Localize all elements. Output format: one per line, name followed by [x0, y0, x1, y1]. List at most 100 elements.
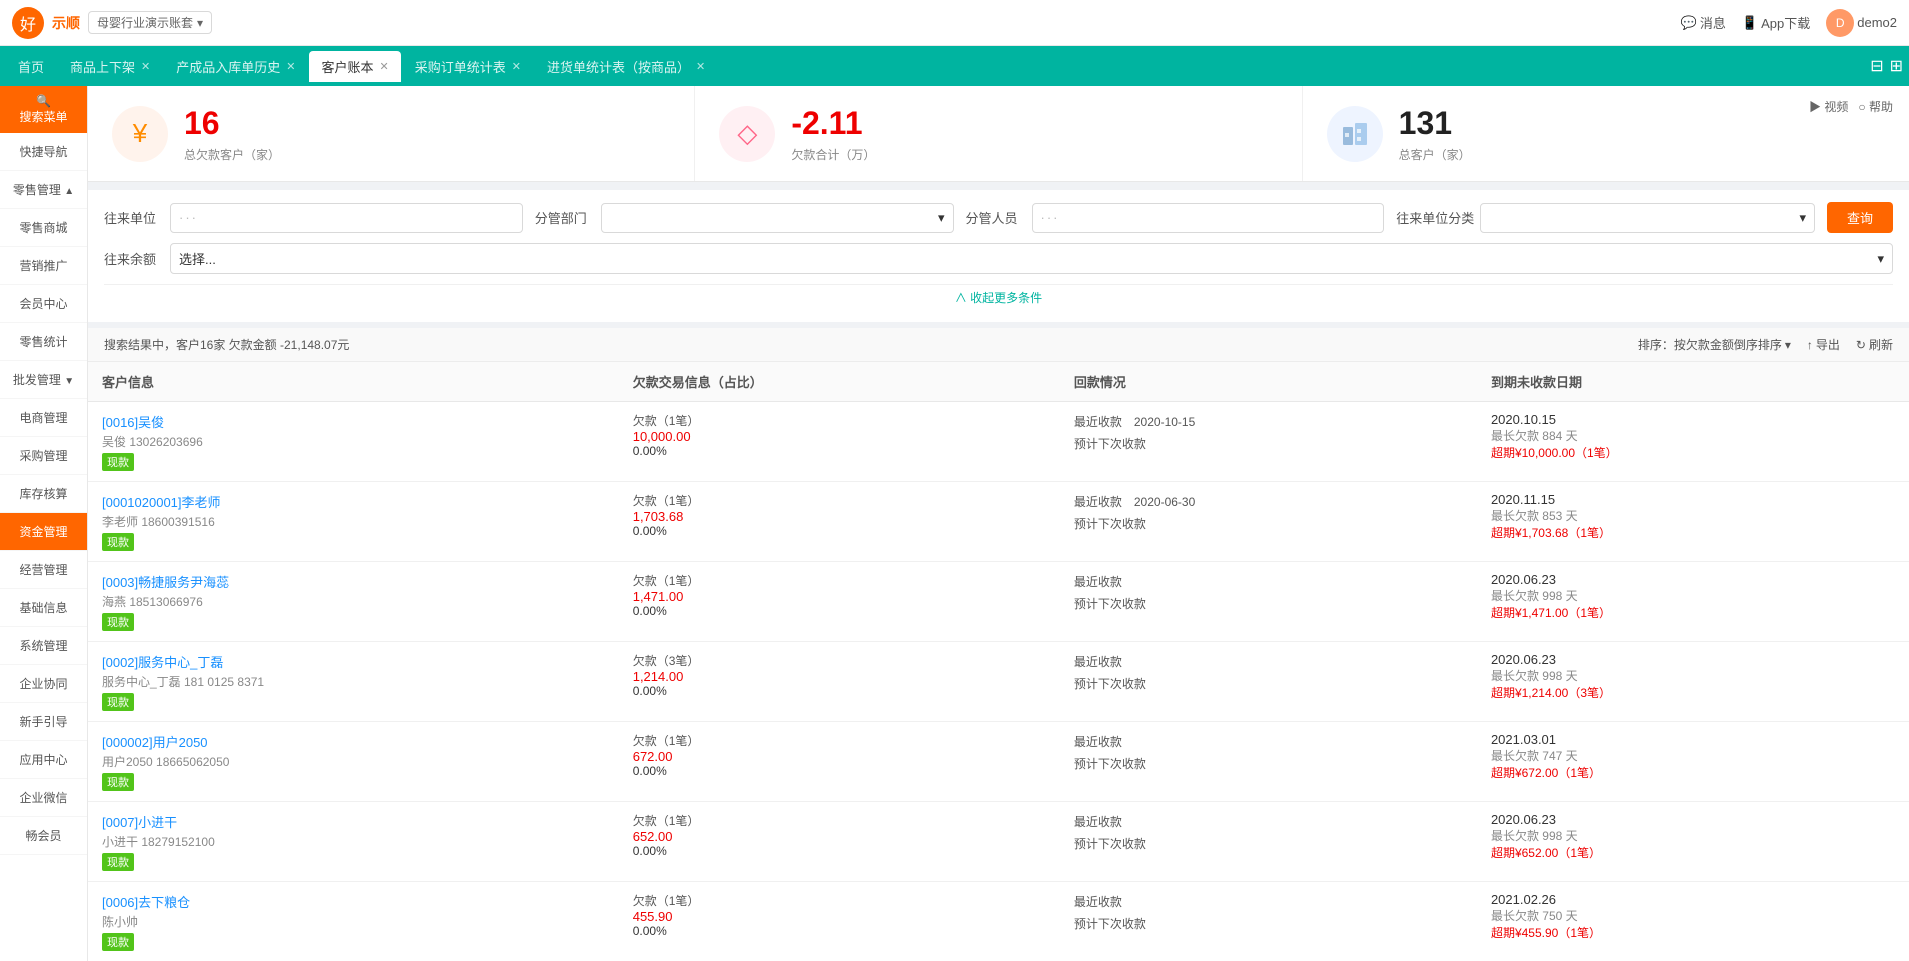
last-payment-1: 最近收款 2020-06-30: [1074, 492, 1463, 514]
logo-icon: 好: [12, 7, 44, 39]
sidebar-item-basic-info[interactable]: 基础信息: [0, 589, 87, 627]
sidebar-item-batch-mgmt[interactable]: 批发管理 ▼: [0, 361, 87, 399]
tab-customer-account[interactable]: 客户账本 ✕: [309, 51, 400, 82]
sidebar-item-inventory[interactable]: 库存核算: [0, 475, 87, 513]
sidebar-item-quick-nav[interactable]: 快捷导航: [0, 133, 87, 171]
sidebar-item-member[interactable]: 会员中心: [0, 285, 87, 323]
filter-row-1: 往来单位 ··· 分管部门 ▾ 分管人员 ···: [104, 202, 1893, 233]
sidebar-item-batch-mgmt-label: 批发管理: [13, 373, 61, 387]
help-btn[interactable]: ○ 帮助: [1858, 98, 1893, 115]
tab-purchase-order[interactable]: 采购订单统计表 ✕: [403, 51, 533, 82]
message-btn[interactable]: 💬 消息: [1681, 13, 1726, 32]
tab-minimize-icon[interactable]: ⊟: [1870, 56, 1883, 76]
due-date-0: 2020.10.15: [1491, 412, 1895, 427]
customer-name-4[interactable]: [000002]用户2050: [102, 732, 605, 751]
cell-payment-4: 最近收款 预计下次收款: [1060, 722, 1477, 802]
customer-name-5[interactable]: [0007]小进干: [102, 812, 605, 831]
due-date-1: 2020.11.15: [1491, 492, 1895, 507]
sidebar-item-vip-member[interactable]: 畅会员: [0, 817, 87, 855]
sidebar-item-enterprise-label: 企业协同: [19, 677, 67, 691]
sidebar-item-retail-mgmt[interactable]: 零售管理 ▲: [0, 171, 87, 209]
tab-production[interactable]: 产成品入库单历史 ✕: [164, 51, 307, 82]
app-icon: 📱: [1742, 15, 1758, 31]
collapse-icon: ∧: [955, 291, 967, 305]
collapse-row[interactable]: ∧ 收起更多条件: [104, 284, 1893, 310]
query-button[interactable]: 查询: [1827, 202, 1893, 233]
sidebar-item-finance[interactable]: 资金管理: [0, 513, 87, 551]
customer-name-1[interactable]: [0001020001]李老师: [102, 492, 605, 511]
customer-tag-6: 现款: [102, 933, 134, 951]
summary-card-total-customers: 131 总客户（家） ▶ 视频 ○ 帮助: [1303, 86, 1909, 181]
overdue-label-3[interactable]: 超期¥1,214.00（3笔）: [1491, 684, 1895, 701]
app-download-btn[interactable]: 📱 App下载: [1742, 13, 1810, 32]
tab-purchase-order-label: 采购订单统计表: [415, 57, 506, 76]
debt-count-6: 欠款（1笔）: [633, 892, 1046, 909]
sidebar-item-purchase[interactable]: 采购管理: [0, 437, 87, 475]
table-row: [0007]小进干 小进干 18279152100 现款 欠款（1笔） 652.…: [88, 802, 1909, 882]
customer-name-2[interactable]: [0003]畅捷服务尹海蕊: [102, 572, 605, 591]
debt-count-4: 欠款（1笔）: [633, 732, 1046, 749]
customer-name-0[interactable]: [0016]吴俊: [102, 412, 605, 431]
cell-due-5: 2020.06.23 最长欠款 998 天 超期¥652.00（1笔）: [1477, 802, 1909, 882]
debt-customers-label: 总欠款客户（家）: [184, 146, 280, 163]
tab-home[interactable]: 首页: [6, 51, 56, 82]
department-select[interactable]: ▾: [601, 203, 954, 233]
result-bar: 搜索结果中，客户16家 欠款金额 -21,148.07元 排序：按欠款金额倒序排…: [88, 328, 1909, 362]
store-select[interactable]: 母婴行业演示账套 ▾: [88, 11, 212, 34]
tab-purchase-stats[interactable]: 进货单统计表（按商品） ✕: [535, 51, 717, 82]
last-payment-0: 最近收款 2020-10-15: [1074, 412, 1463, 434]
sidebar-item-app-center[interactable]: 应用中心: [0, 741, 87, 779]
chevron-down-icon: ▲: [64, 186, 74, 197]
sidebar-item-ecommerce[interactable]: 电商管理: [0, 399, 87, 437]
customer-name-6[interactable]: [0006]去下粮仓: [102, 892, 605, 911]
debt-count-2: 欠款（1笔）: [633, 572, 1046, 589]
sidebar-item-enterprise[interactable]: 企业协同: [0, 665, 87, 703]
dropdown-arrow-dept: ▾: [938, 210, 945, 226]
tab-products[interactable]: 商品上下架 ✕: [58, 51, 162, 82]
from-unit-input[interactable]: ···: [170, 203, 523, 233]
debt-amount-0: 10,000.00: [633, 429, 1046, 444]
video-btn[interactable]: ▶ 视频: [1809, 98, 1848, 115]
tab-production-close[interactable]: ✕: [286, 60, 295, 73]
debt-count-5: 欠款（1笔）: [633, 812, 1046, 829]
customer-tag-1: 现款: [102, 533, 134, 551]
unit-category-select[interactable]: ▾: [1480, 203, 1815, 233]
sidebar-item-system[interactable]: 系统管理: [0, 627, 87, 665]
user-area[interactable]: D demo2: [1826, 9, 1897, 37]
sidebar-search[interactable]: 🔍 搜索菜单: [0, 86, 87, 133]
tab-customer-close[interactable]: ✕: [380, 60, 389, 73]
overdue-label-5[interactable]: 超期¥652.00（1笔）: [1491, 844, 1895, 861]
export-btn[interactable]: ↑ 导出: [1807, 336, 1840, 353]
overdue-label-4[interactable]: 超期¥672.00（1笔）: [1491, 764, 1895, 781]
dropdown-arrow-category: ▾: [1799, 210, 1806, 226]
tab-products-close[interactable]: ✕: [141, 60, 150, 73]
customer-phone-5: 小进干 18279152100: [102, 833, 605, 850]
balance-select[interactable]: 选择... ▾: [170, 243, 1893, 274]
manager-input[interactable]: ···: [1032, 203, 1385, 233]
refresh-btn[interactable]: ↻ 刷新: [1856, 336, 1893, 353]
cell-debt-1: 欠款（1笔） 1,703.68 0.00%: [619, 482, 1060, 562]
customer-name-3[interactable]: [0002]服务中心_丁磊: [102, 652, 605, 671]
tab-maximize-icon[interactable]: ⊞: [1890, 56, 1903, 76]
overdue-label-6[interactable]: 超期¥455.90（1笔）: [1491, 924, 1895, 941]
sidebar-item-retail-mgmt-label: 零售管理: [13, 183, 61, 197]
sidebar-item-marketing[interactable]: 营销推广: [0, 247, 87, 285]
tab-purchase-stats-close[interactable]: ✕: [696, 60, 705, 73]
overdue-label-0[interactable]: 超期¥10,000.00（1笔）: [1491, 444, 1895, 461]
overdue-label-2[interactable]: 超期¥1,471.00（1笔）: [1491, 604, 1895, 621]
sidebar-item-enterprise-wechat[interactable]: 企业微信: [0, 779, 87, 817]
sidebar-item-new-guide[interactable]: 新手引导: [0, 703, 87, 741]
sort-text: 排序：按欠款金额倒序排序: [1638, 336, 1782, 353]
sort-arrow: ▾: [1785, 338, 1791, 352]
sidebar-item-operations[interactable]: 经营管理: [0, 551, 87, 589]
sidebar-item-retail-stats[interactable]: 零售统计: [0, 323, 87, 361]
export-label: 导出: [1816, 336, 1840, 353]
message-icon: 💬: [1681, 15, 1697, 31]
sidebar-item-retail-mall[interactable]: 零售商城: [0, 209, 87, 247]
cell-due-1: 2020.11.15 最长欠款 853 天 超期¥1,703.68（1笔）: [1477, 482, 1909, 562]
tab-purchase-order-close[interactable]: ✕: [512, 60, 521, 73]
last-payment-6: 最近收款: [1074, 892, 1463, 914]
sidebar-item-operations-label: 经营管理: [19, 563, 67, 577]
overdue-label-1[interactable]: 超期¥1,703.68（1笔）: [1491, 524, 1895, 541]
debt-amount-3: 1,214.00: [633, 669, 1046, 684]
